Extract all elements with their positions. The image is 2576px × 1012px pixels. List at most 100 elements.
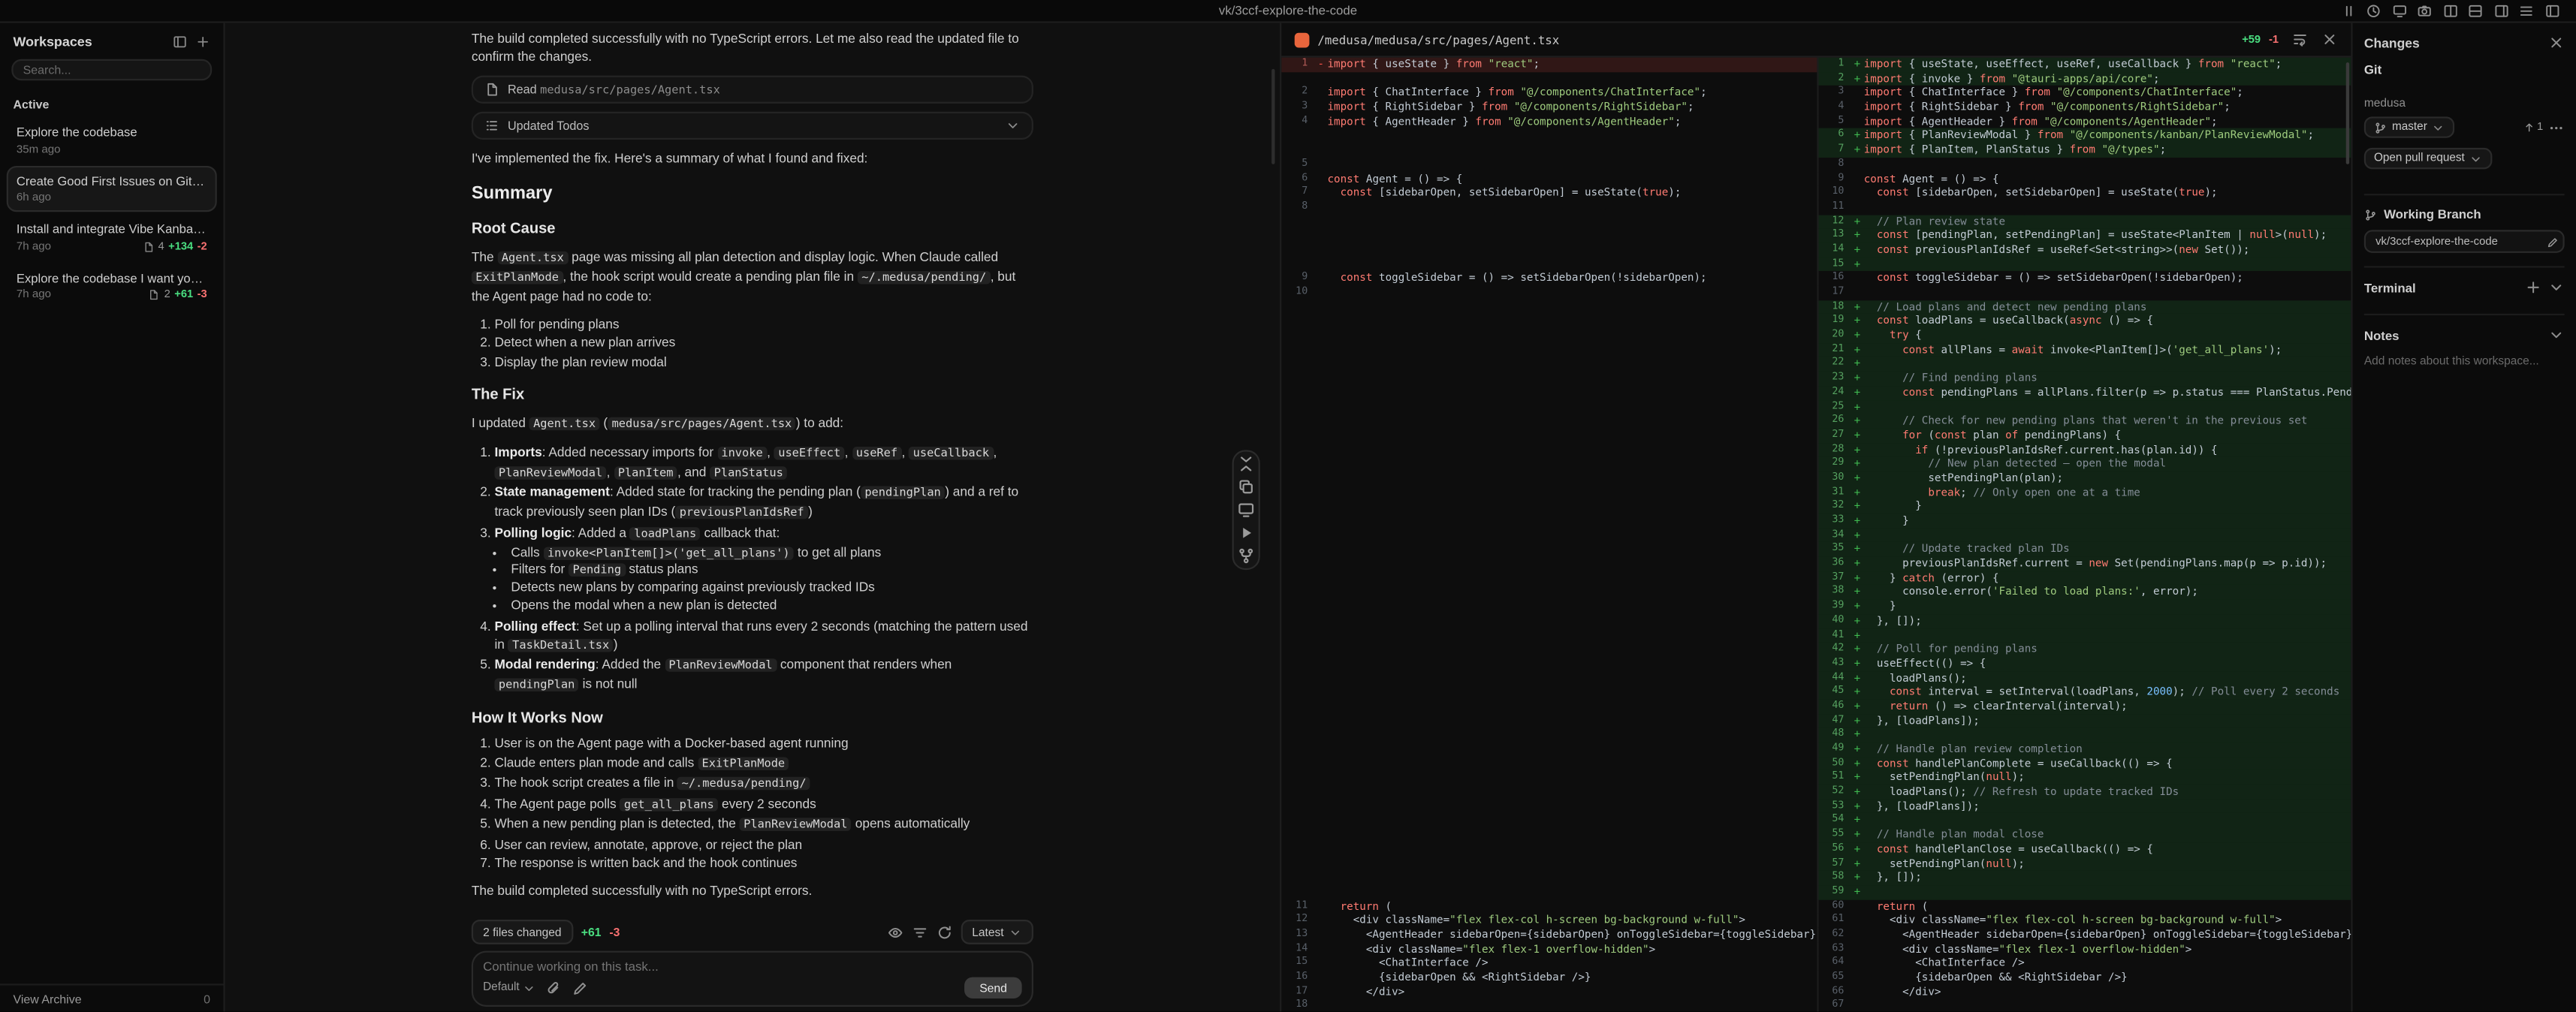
diff-old-line [1281, 600, 1816, 614]
new-terminal-icon[interactable] [2525, 279, 2541, 296]
screenshot-icon[interactable] [2417, 3, 2433, 19]
open-pr-button[interactable]: Open pull request [2364, 148, 2493, 169]
chevron-down-icon[interactable] [1006, 117, 1021, 132]
collapse-icon[interactable] [1237, 455, 1255, 473]
tool-call-chip[interactable]: Read medusa/src/pages/Agent.tsx [472, 75, 1033, 103]
panel-toggle-icon[interactable] [173, 35, 188, 50]
diff-new-line: 57+ setPendingPlan(null); [1816, 857, 2351, 871]
files-changed-button[interactable]: 2 files changed [472, 920, 573, 944]
diff-row: 22+ [1281, 357, 2351, 372]
list-item: User can review, annotate, approve, or r… [494, 836, 1033, 854]
version-dropdown[interactable]: Latest [961, 920, 1033, 944]
list-icon[interactable] [2518, 3, 2534, 19]
workspace-item[interactable]: Install and integrate Vibe Kanban Web7h … [7, 213, 217, 260]
terminal-section-header[interactable]: Terminal [2364, 266, 2565, 303]
history-icon[interactable] [2366, 3, 2381, 19]
diff-new-line: 31+ break; // Only open one at a time [1816, 486, 2351, 500]
workspace-item[interactable]: Explore the codebase35m ago [7, 116, 217, 163]
filter-icon[interactable] [911, 924, 928, 941]
diff-row: 12 <div className="flex flex-col h-scree… [1281, 914, 2351, 928]
diff-new-line: 30+ setPendingPlan(plan); [1816, 471, 2351, 486]
pause-icon[interactable] [2340, 3, 2356, 19]
search-input[interactable] [11, 59, 212, 80]
notes-placeholder[interactable]: Add notes about this workspace... [2364, 351, 2565, 371]
diff-new-line: 33+ } [1816, 514, 2351, 529]
view-archive[interactable]: View Archive 0 [0, 984, 224, 1012]
diff-row: 38+ console.error('Failed to load plans:… [1281, 586, 2351, 600]
git-fork-icon[interactable] [1237, 547, 1255, 565]
working-branch-input[interactable] [2364, 230, 2565, 253]
commits-ahead: 1 [2523, 122, 2543, 133]
attach-icon[interactable] [546, 980, 563, 996]
display-icon[interactable] [2391, 3, 2407, 19]
additions-count: +61 [581, 925, 602, 940]
subsection-heading: How It Works Now [472, 709, 1033, 727]
message-input[interactable] [483, 959, 1022, 974]
collapse-notes-icon[interactable] [2548, 327, 2565, 343]
diff-old-line [1281, 643, 1816, 657]
diff-old-line [1281, 842, 1816, 857]
chat-scrollbar-thumb[interactable] [1271, 69, 1274, 164]
workspace-timestamp: 7h ago [17, 240, 51, 251]
diff-row: 1867 [1281, 999, 2351, 1012]
diff-new-line: 55+ // Handle plan modal close [1816, 828, 2351, 842]
diff-row: 9 const toggleSidebar = () => setSidebar… [1281, 272, 2351, 286]
visibility-icon[interactable] [887, 924, 903, 941]
diff-row: 19+ const loadPlans = useCallback(async … [1281, 315, 2351, 329]
composer: Default Send [472, 951, 1033, 1007]
diff-old-line [1281, 400, 1816, 414]
diff-old-line: 12 <div className="flex flex-col h-scree… [1281, 914, 1816, 928]
wrap-lines-icon[interactable] [2292, 32, 2309, 48]
diff-new-line: 23+ // Find pending plans [1816, 372, 2351, 386]
diff-row: 3import { RightSidebar } from "@/compone… [1281, 101, 2351, 115]
collapse-terminal-icon[interactable] [2548, 279, 2565, 296]
diff-new-line: 64 <ChatInterface /> [1816, 956, 2351, 971]
edit-branch-icon[interactable] [2546, 236, 2558, 248]
titlebar-actions [2340, 3, 2576, 19]
refresh-icon[interactable] [936, 924, 952, 941]
close-diff-icon[interactable] [2321, 32, 2338, 48]
diff-new-line: 62 <AgentHeader sidebarOpen={sidebarOpen… [1816, 928, 2351, 942]
diff-scrollbar-thumb[interactable] [2345, 62, 2349, 164]
close-panel-icon[interactable] [2548, 35, 2565, 51]
additions-badge: +61 [174, 289, 193, 300]
notes-section-header[interactable]: Notes [2364, 314, 2565, 351]
terminal-window-icon[interactable] [1237, 501, 1255, 519]
split-rows-icon[interactable] [2468, 3, 2484, 19]
model-selector[interactable]: Default [483, 981, 535, 995]
copy-icon[interactable] [1237, 478, 1255, 496]
list-item: Modal rendering: Added the PlanReviewMod… [494, 655, 1033, 695]
diff-old-line: 17 </div> [1281, 985, 1816, 999]
diff-new-line: 15+ [1816, 258, 2351, 272]
new-workspace-icon[interactable] [195, 35, 210, 50]
diff-new-line: 44+ loadPlans(); [1816, 671, 2351, 685]
diff-old-line [1281, 215, 1816, 229]
split-columns-icon[interactable] [2442, 3, 2458, 19]
files-changed-label: 2 files changed [483, 926, 561, 939]
diff-new-line: 48+ [1816, 728, 2351, 742]
more-actions-icon[interactable] [2548, 119, 2565, 136]
diff-new-line: 60 return ( [1816, 899, 2351, 914]
workspace-item[interactable]: Explore the codebase I want you to ex7h … [7, 262, 217, 309]
diff-old-line [1281, 714, 1816, 728]
panel-right-icon[interactable] [2493, 3, 2509, 19]
annotate-icon[interactable] [572, 980, 589, 996]
send-button[interactable]: Send [965, 977, 1022, 998]
diff-row: 30+ setPendingPlan(plan); [1281, 471, 2351, 486]
panel-left-icon[interactable] [2544, 3, 2559, 19]
floating-toolbar [1232, 450, 1260, 570]
diff-old-line [1281, 800, 1816, 814]
diff-new-line: 42+ // Poll for pending plans [1816, 643, 2351, 657]
diff-row: 46+ return () => clearInterval(interval)… [1281, 700, 2351, 714]
diff-row: 54+ [1281, 814, 2351, 828]
change-stats: 4+134-2 [143, 240, 207, 251]
diff-row: 16 {sidebarOpen && <RightSidebar />}65 {… [1281, 971, 2351, 985]
tool-call-chip[interactable]: Updated Todos [472, 111, 1033, 139]
run-icon[interactable] [1237, 524, 1255, 542]
workspace-item[interactable]: Create Good First Issues on Github So6h … [7, 165, 217, 212]
diff-row: 47+ }, [loadPlans]); [1281, 714, 2351, 728]
diff-new-line: 14+ const previousPlanIdsRef = useRef<Se… [1816, 243, 2351, 258]
branch-selector[interactable]: master [2364, 116, 2455, 137]
diff-new-line: 36+ previousPlanIdsRef.current = new Set… [1816, 557, 2351, 571]
diff-body: 1-import { useState } from "react";1+imp… [1281, 58, 2351, 1012]
